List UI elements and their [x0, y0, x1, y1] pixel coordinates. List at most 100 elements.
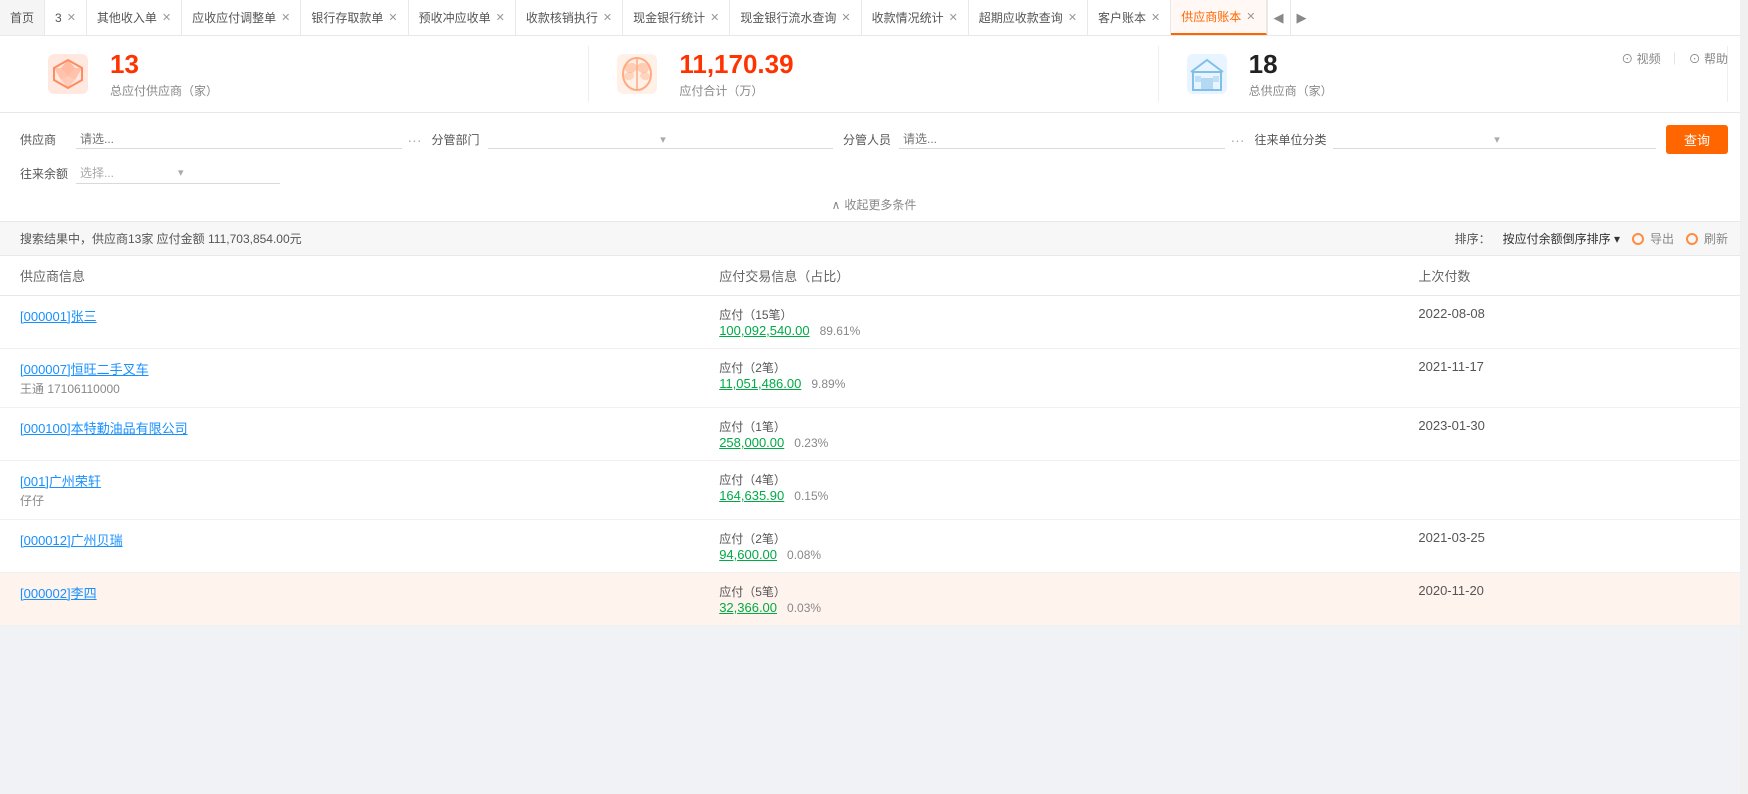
supplier-table: 供应商信息 应付交易信息（占比） 上次付数 [000001]张三应付（15笔）1… [0, 256, 1748, 626]
nav-tab-overdue[interactable]: 超期应收款查询 ✕ [969, 0, 1088, 35]
tx-label: 应付 [719, 361, 743, 375]
last-date-cell: 2021-03-25 [1398, 520, 1748, 573]
nav-tab-3[interactable]: 3 ✕ [45, 0, 87, 35]
person-input[interactable] [899, 130, 1225, 149]
result-bar: 搜索结果中，供应商13家 应付金额 111,703,854.00元 排序： 按应… [0, 222, 1748, 256]
payable-suppliers-number: 13 [110, 49, 218, 80]
wheat-icon [609, 46, 665, 102]
nav-tab-customer-book[interactable]: 客户账本 ✕ [1088, 0, 1171, 35]
tx-amount[interactable]: 258,000.00 [719, 435, 784, 450]
category-chevron-icon: ▾ [1494, 133, 1652, 146]
person-dots[interactable]: ··· [1231, 132, 1245, 148]
video-link[interactable]: ⊙ 视频 [1621, 50, 1660, 67]
nav-tab-bank[interactable]: 银行存取款单 ✕ [301, 0, 408, 35]
supplier-dots[interactable]: ··· [408, 132, 422, 148]
payable-suppliers-label: 总应付供应商（家） [110, 82, 218, 99]
supplier-link[interactable]: [000012]广州贝瑞 [20, 533, 123, 548]
store-icon [1179, 46, 1235, 102]
last-date-cell: 2020-11-20 [1398, 573, 1748, 626]
search-button[interactable]: 查询 [1666, 125, 1728, 154]
sort-chevron-icon: ▾ [1614, 232, 1620, 246]
tx-percent: 89.61% [820, 324, 861, 338]
nav-tab-receipt-stat[interactable]: 收款情况统计 ✕ [862, 0, 969, 35]
total-suppliers-label: 总供应商（家） [1249, 82, 1333, 99]
supplier-cell: [000100]本特勤油品有限公司 [0, 408, 699, 461]
nav-tab-adjustment[interactable]: 应收应付调整单 ✕ [182, 0, 301, 35]
export-button[interactable]: 导出 [1632, 230, 1674, 247]
supplier-link[interactable]: [001]广州荣轩 [20, 474, 101, 489]
tx-label: 应付 [719, 585, 743, 599]
nav-tab-other-income[interactable]: 其他收入单 ✕ [87, 0, 182, 35]
tx-count: （4笔） [743, 473, 786, 487]
col-last-date: 上次付数 [1398, 256, 1748, 296]
close-icon[interactable]: ✕ [603, 11, 612, 24]
last-date-cell: 2023-01-30 [1398, 408, 1748, 461]
refresh-icon [1686, 233, 1698, 245]
filter-area: 供应商 ··· 分管部门 ▾ 分管人员 ··· 往来单位分类 ▾ 查询 [0, 113, 1748, 222]
close-icon[interactable]: ✕ [710, 11, 719, 24]
close-icon[interactable]: ✕ [281, 11, 290, 24]
supplier-link[interactable]: [000007]恒旺二手叉车 [20, 362, 149, 377]
supplier-input[interactable] [76, 130, 402, 149]
refresh-button[interactable]: 刷新 [1686, 230, 1728, 247]
category-select[interactable]: ▾ [1333, 131, 1656, 149]
last-date-cell: 2022-08-08 [1398, 296, 1748, 349]
person-label: 分管人员 [843, 131, 893, 148]
tx-amount[interactable]: 11,051,486.00 [719, 376, 801, 391]
export-icon [1632, 233, 1644, 245]
nav-tab-cash-stat[interactable]: 现金银行统计 ✕ [623, 0, 730, 35]
nav-tab-prepay[interactable]: 预收冲应收单 ✕ [409, 0, 516, 35]
close-icon[interactable]: ✕ [949, 11, 958, 24]
close-icon[interactable]: ✕ [1068, 11, 1077, 24]
close-icon[interactable]: ✕ [388, 11, 397, 24]
close-icon[interactable]: ✕ [841, 11, 850, 24]
tx-count: （2笔） [743, 361, 786, 375]
table-row: [000007]恒旺二手叉车王通 17106110000 应付（2笔）11,051… [0, 349, 1748, 408]
close-icon[interactable]: ✕ [496, 11, 505, 24]
nav-tab-home[interactable]: 首页 [0, 0, 45, 35]
summary-bar: 13 总应付供应商（家） 11,170.39 应付合计（万） [0, 36, 1748, 113]
supplier-link[interactable]: [000100]本特勤油品有限公司 [20, 421, 188, 436]
table-row: [000001]张三 应付（15笔）100,092,540.00 89.61% 202… [0, 296, 1748, 349]
nav-tab-cash-flow[interactable]: 现金银行流水查询 ✕ [730, 0, 861, 35]
supplier-cell: [000007]恒旺二手叉车王通 17106110000 [0, 349, 699, 408]
tx-amount[interactable]: 164,635.90 [719, 488, 784, 503]
balance-chevron-icon: ▾ [178, 166, 276, 179]
table-row: [000100]本特勤油品有限公司应付（1笔）258,000.000.23%20… [0, 408, 1748, 461]
filter-category: 往来单位分类 ▾ [1255, 131, 1657, 149]
supplier-cell: [000002]李四 [0, 573, 699, 626]
tx-count: （2笔） [743, 532, 786, 546]
collapse-button[interactable]: ∧ 收起更多条件 [20, 192, 1728, 213]
tx-amount[interactable]: 94,600.00 [719, 547, 777, 562]
supplier-cell: [000001]张三 [0, 296, 699, 349]
tx-count: （15笔） [743, 308, 792, 322]
tx-percent: 0.23% [794, 436, 828, 450]
dept-label: 分管部门 [432, 131, 482, 148]
tx-amount[interactable]: 32,366.00 [719, 600, 777, 615]
close-icon[interactable]: ✕ [67, 11, 76, 24]
supplier-label: 供应商 [20, 131, 70, 148]
top-navigation: 首页 3 ✕ 其他收入单 ✕ 应收应付调整单 ✕ 银行存取款单 ✕ 预收冲应收单… [0, 0, 1748, 36]
tx-amount[interactable]: 100,092,540.00 [719, 323, 809, 338]
scrollbar[interactable] [1740, 0, 1748, 794]
balance-select[interactable]: 选择... ▾ [76, 162, 280, 184]
total-payable-info: 11,170.39 应付合计（万） [679, 49, 793, 99]
nav-tab-collection[interactable]: 收款核销执行 ✕ [516, 0, 623, 35]
total-suppliers-number: 18 [1249, 49, 1333, 80]
filter-supplier: 供应商 ··· [20, 130, 422, 149]
tx-label: 应付 [719, 308, 743, 322]
nav-tab-supplier-book[interactable]: 供应商账本 ✕ [1171, 0, 1266, 35]
close-icon[interactable]: ✕ [1151, 11, 1160, 24]
close-icon[interactable]: ✕ [1246, 10, 1255, 23]
close-icon[interactable]: ✕ [162, 11, 171, 24]
tx-percent: 0.15% [794, 489, 828, 503]
supplier-link[interactable]: [000001]张三 [20, 309, 97, 324]
nav-right-arrow[interactable]: ▶ [1290, 0, 1313, 35]
sort-value[interactable]: 按应付余额倒序排序 ▾ [1503, 230, 1620, 247]
supplier-sub-info: 王通 17106110000 [20, 380, 679, 397]
dept-select[interactable]: ▾ [488, 131, 834, 149]
tx-percent: 0.03% [787, 601, 821, 615]
supplier-link[interactable]: [000002]李四 [20, 586, 97, 601]
nav-left-arrow[interactable]: ◀ [1267, 0, 1290, 35]
help-link[interactable]: ⊙ 帮助 [1689, 50, 1728, 67]
